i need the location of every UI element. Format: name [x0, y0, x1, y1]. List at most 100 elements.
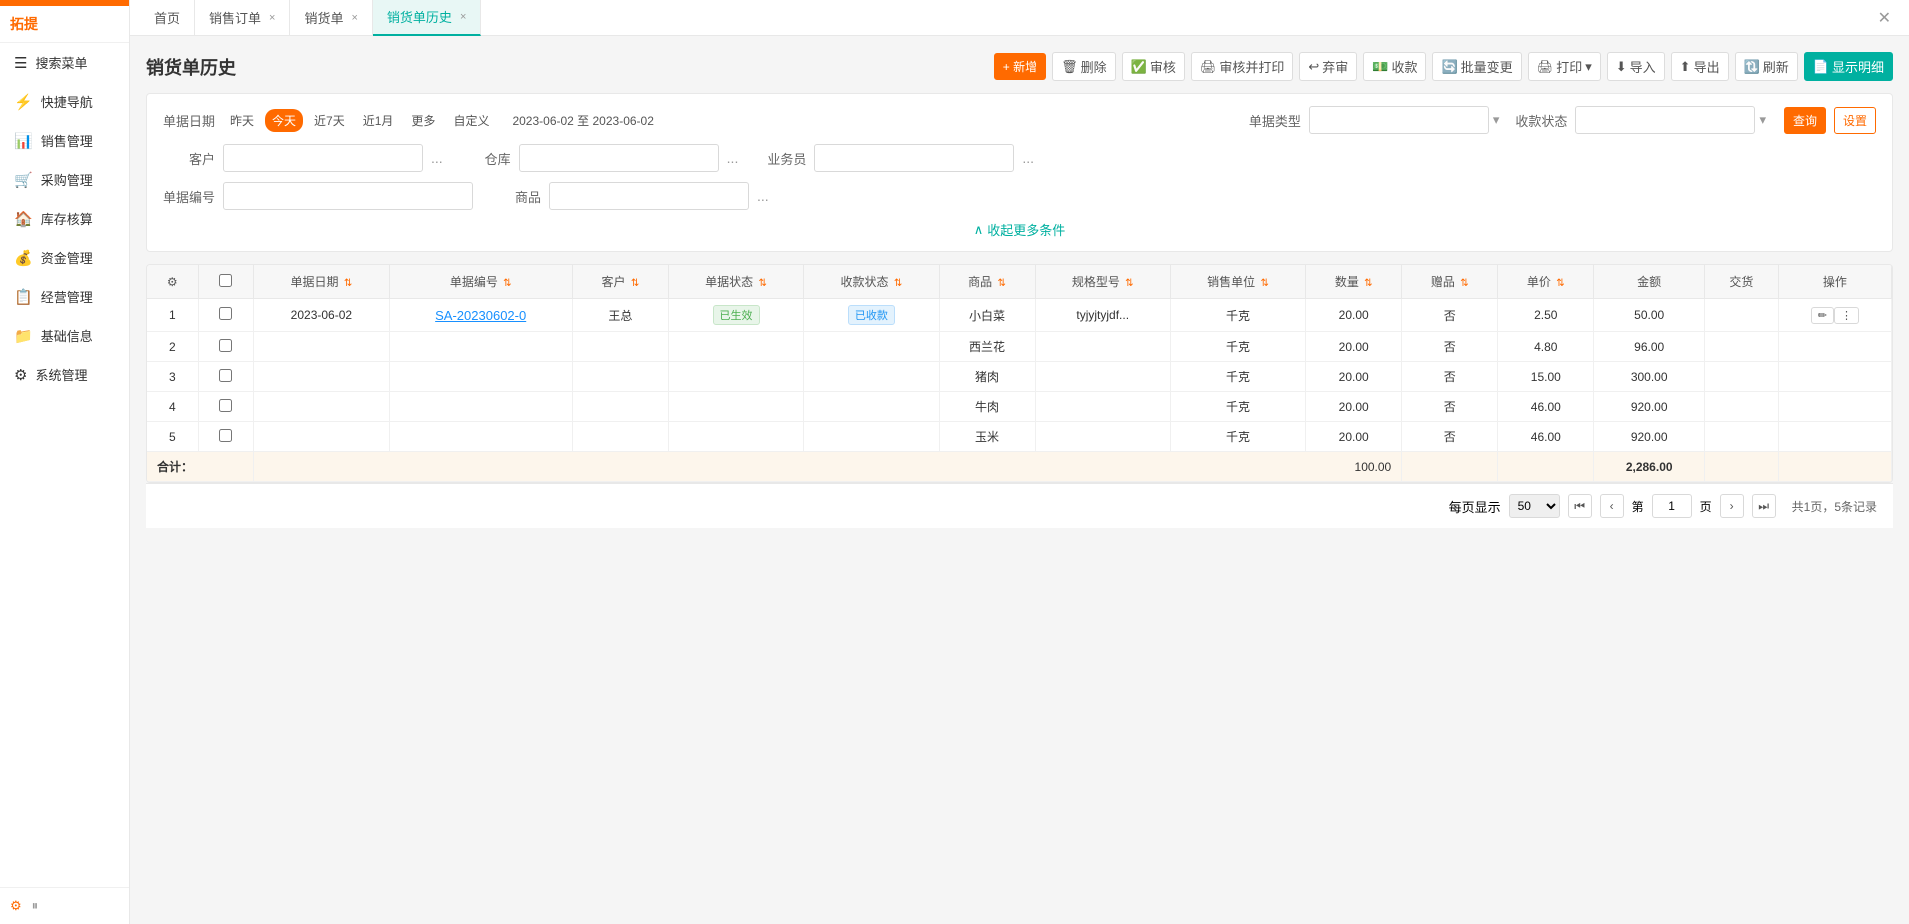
customer-dot-btn[interactable]: ... [431, 150, 443, 166]
collapse-button[interactable]: ∧ 收起更多条件 [163, 220, 1876, 239]
abandon-button[interactable]: ↩ 弃审 [1299, 52, 1357, 81]
tab-close-all[interactable]: ✕ [1870, 8, 1899, 28]
payment-status-dropdown[interactable]: ▾ [1575, 106, 1766, 134]
next-page-btn[interactable]: › [1720, 494, 1744, 518]
col-doc-no[interactable]: 单据编号 ⇅ [389, 265, 572, 299]
doc-type-dropdown[interactable]: ▾ [1309, 106, 1500, 134]
col-spec[interactable]: 规格型号 ⇅ [1035, 265, 1170, 299]
cell-action[interactable]: ✏⋮ [1778, 299, 1891, 332]
sidebar-item-inventory[interactable]: 🏠 库存核算 [0, 199, 129, 238]
filter-salesperson: 业务员 ... [754, 144, 1034, 172]
date-btn-more[interactable]: 更多 [404, 109, 442, 132]
payment-status-input[interactable] [1575, 106, 1755, 134]
date-btn-yesterday[interactable]: 昨天 [223, 109, 261, 132]
col-qty[interactable]: 数量 ⇅ [1306, 265, 1402, 299]
tab-home[interactable]: 首页 [140, 0, 195, 36]
tab-close-sales-history[interactable]: × [460, 11, 466, 23]
cell-check[interactable] [198, 362, 254, 392]
delete-button[interactable]: 🗑 删除 [1052, 52, 1116, 81]
cell-action[interactable] [1778, 332, 1891, 362]
sidebar-item-sales-mgmt[interactable]: 📊 销售管理 [0, 121, 129, 160]
print-button[interactable]: 🖨 打印 ▾ [1528, 52, 1601, 81]
col-price[interactable]: 单价 ⇅ [1498, 265, 1594, 299]
tab-sales-goods[interactable]: 销货单 × [290, 0, 372, 36]
col-check[interactable] [198, 265, 254, 299]
tab-sales-history[interactable]: 销货单历史 × [373, 0, 481, 36]
first-page-btn[interactable]: ⏮ [1568, 494, 1592, 518]
date-btn-custom[interactable]: 自定义 [446, 109, 496, 132]
date-btn-1month[interactable]: 近1月 [356, 109, 401, 132]
sidebar-item-sys-mgmt[interactable]: ⚙ 系统管理 [0, 355, 129, 394]
edit-action-btn[interactable]: ✏ [1811, 307, 1834, 324]
row-checkbox[interactable] [219, 399, 232, 412]
cell-check[interactable] [198, 332, 254, 362]
goods-dot-btn[interactable]: ... [757, 188, 769, 204]
new-button[interactable]: + 新增 [994, 53, 1046, 80]
collect-button[interactable]: 💵 收款 [1363, 52, 1426, 81]
date-btn-7days[interactable]: 近7天 [307, 109, 352, 132]
col-unit[interactable]: 销售单位 ⇅ [1170, 265, 1305, 299]
row-checkbox[interactable] [219, 339, 232, 352]
sidebar-item-basic-info[interactable]: 📁 基础信息 [0, 316, 129, 355]
col-goods[interactable]: 商品 ⇅ [939, 265, 1035, 299]
warehouse-dot-btn[interactable]: ... [727, 150, 739, 166]
cell-action[interactable] [1778, 392, 1891, 422]
cell-doc-no[interactable]: SA-20230602-0 [389, 299, 572, 332]
tab-sales-order[interactable]: 销售订单 × [195, 0, 290, 36]
tab-close-sales-order[interactable]: × [269, 12, 275, 24]
batch-change-button[interactable]: 🔄 批量变更 [1432, 52, 1521, 81]
cell-doc-no[interactable] [389, 422, 572, 452]
col-pay-status[interactable]: 收款状态 ⇅ [804, 265, 939, 299]
goods-input[interactable] [549, 182, 749, 210]
audit-print-button[interactable]: 🖨 审核并打印 [1191, 52, 1294, 81]
audit-button[interactable]: ✅ 审核 [1122, 52, 1185, 81]
cell-doc-no[interactable] [389, 362, 572, 392]
tab-close-sales-goods[interactable]: × [351, 12, 357, 24]
warehouse-input[interactable] [519, 144, 719, 172]
sort-spec-icon: ⇅ [1125, 278, 1133, 289]
sidebar-item-operations[interactable]: 📋 经营管理 [0, 277, 129, 316]
cell-check[interactable] [198, 299, 254, 332]
cell-action[interactable] [1778, 362, 1891, 392]
page-size-select[interactable]: 50 100 200 [1509, 494, 1560, 518]
sidebar-item-purchase-mgmt[interactable]: 🛒 采购管理 [0, 160, 129, 199]
sidebar-item-search-menu[interactable]: ☰ 搜索菜单 [0, 43, 129, 82]
col-gift[interactable]: 赠品 ⇅ [1402, 265, 1498, 299]
doc-type-input[interactable] [1309, 106, 1489, 134]
settings-filter-button[interactable]: 设置 [1834, 107, 1876, 134]
import-button[interactable]: ⬇ 导入 [1607, 52, 1665, 81]
last-page-btn[interactable]: ⏭ [1752, 494, 1776, 518]
sidebar-gear-icon[interactable]: ⚙ [10, 898, 22, 914]
cell-doc-no[interactable] [389, 392, 572, 422]
sidebar-item-quick-nav[interactable]: ⚡ 快捷导航 [0, 82, 129, 121]
col-doc-status[interactable]: 单据状态 ⇅ [668, 265, 803, 299]
page-number-input[interactable] [1652, 494, 1692, 518]
cell-check[interactable] [198, 392, 254, 422]
col-settings[interactable]: ⚙ [147, 265, 198, 299]
cell-action[interactable] [1778, 422, 1891, 452]
row-checkbox[interactable] [219, 307, 232, 320]
query-button[interactable]: 查询 [1784, 107, 1826, 134]
select-all-checkbox[interactable] [219, 274, 232, 287]
sidebar-item-finance[interactable]: 💰 资金管理 [0, 238, 129, 277]
sidebar-collapse-icon[interactable]: ⏸ [32, 898, 39, 914]
more-action-btn[interactable]: ⋮ [1834, 307, 1859, 324]
salesperson-dot-btn[interactable]: ... [1022, 150, 1034, 166]
date-btn-today[interactable]: 今天 [265, 109, 303, 132]
export-button[interactable]: ⬆ 导出 [1671, 52, 1729, 81]
row-checkbox[interactable] [219, 429, 232, 442]
row-checkbox[interactable] [219, 369, 232, 382]
cell-doc-no[interactable] [389, 332, 572, 362]
customer-input[interactable] [223, 144, 423, 172]
cell-check[interactable] [198, 422, 254, 452]
cell-price: 2.50 [1498, 299, 1594, 332]
doc-no-link[interactable]: SA-20230602-0 [435, 308, 526, 323]
show-detail-button[interactable]: 📄 显示明细 [1804, 52, 1893, 81]
col-date[interactable]: 单据日期 ⇅ [254, 265, 389, 299]
operations-icon: 📋 [14, 288, 33, 306]
col-customer[interactable]: 客户 ⇅ [572, 265, 668, 299]
salesperson-input[interactable] [814, 144, 1014, 172]
refresh-button[interactable]: 🔃 刷新 [1735, 52, 1798, 81]
prev-page-btn[interactable]: ‹ [1600, 494, 1624, 518]
doc-no-input[interactable] [223, 182, 473, 210]
